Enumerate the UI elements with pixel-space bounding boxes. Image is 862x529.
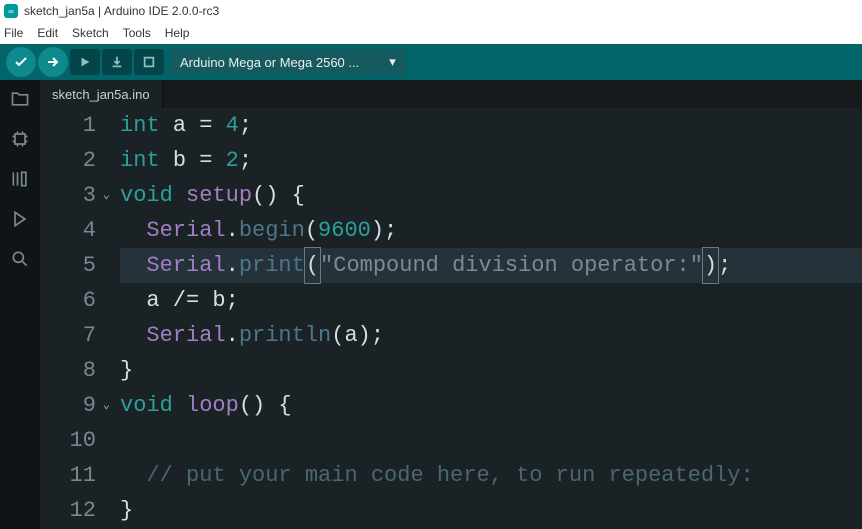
code-line[interactable]: int a = 4; [120, 108, 862, 143]
sidebar-item-debug[interactable] [9, 208, 31, 230]
code-line[interactable]: void setup() { [120, 178, 862, 213]
line-gutter: 123⌄456789⌄101112 [40, 108, 120, 529]
tab-active[interactable]: sketch_jan5a.ino [40, 80, 163, 108]
board-selector[interactable]: Arduino Mega or Mega 2560 ... ▾ [170, 49, 406, 75]
title-bar: ∞ sketch_jan5a | Arduino IDE 2.0.0-rc3 [0, 0, 862, 22]
toolbar-other2-button[interactable] [134, 49, 164, 75]
sidebar-item-boards[interactable] [9, 128, 31, 150]
code-content[interactable]: int a = 4;int b = 2;void setup() { Seria… [120, 108, 862, 529]
line-number: 2 [40, 143, 110, 178]
line-number: 11 [40, 458, 110, 493]
tab-label: sketch_jan5a.ino [52, 87, 150, 102]
code-line[interactable]: } [120, 353, 862, 388]
fold-icon[interactable]: ⌄ [98, 388, 110, 423]
code-line[interactable]: a /= b; [120, 283, 862, 318]
line-number: 12 [40, 493, 110, 528]
code-line[interactable]: // put your main code here, to run repea… [120, 458, 862, 493]
folder-icon [10, 89, 30, 109]
code-line[interactable]: Serial.print("Compound division operator… [120, 248, 862, 283]
sidebar-item-search[interactable] [9, 248, 31, 270]
square-icon [142, 55, 156, 69]
line-number: 4 [40, 213, 110, 248]
activity-bar [0, 80, 40, 529]
toolbar-other1-button[interactable] [102, 49, 132, 75]
debug-icon [10, 209, 30, 229]
menu-sketch[interactable]: Sketch [72, 26, 109, 40]
line-number: 1 [40, 108, 110, 143]
main-area: sketch_jan5a.ino 123⌄456789⌄101112 int a… [0, 80, 862, 529]
line-number: 9⌄ [40, 388, 110, 423]
app-logo-icon: ∞ [4, 4, 18, 18]
code-line[interactable]: Serial.println(a); [120, 318, 862, 353]
play-icon [78, 55, 92, 69]
upload-button[interactable] [38, 47, 68, 77]
line-number: 10 [40, 423, 110, 458]
chip-icon [10, 129, 30, 149]
debug-button[interactable] [70, 49, 100, 75]
code-line[interactable]: void loop() { [120, 388, 862, 423]
line-number: 6 [40, 283, 110, 318]
board-selector-label: Arduino Mega or Mega 2560 ... [180, 55, 359, 70]
toolbar: Arduino Mega or Mega 2560 ... ▾ [0, 44, 862, 80]
window-title: sketch_jan5a | Arduino IDE 2.0.0-rc3 [24, 4, 219, 18]
line-number: 5 [40, 248, 110, 283]
menu-bar: File Edit Sketch Tools Help [0, 22, 862, 44]
search-icon [10, 249, 30, 269]
menu-help[interactable]: Help [165, 26, 190, 40]
verify-button[interactable] [6, 47, 36, 77]
menu-edit[interactable]: Edit [37, 26, 58, 40]
code-line[interactable]: } [120, 493, 862, 528]
code-line[interactable]: int b = 2; [120, 143, 862, 178]
line-number: 8 [40, 353, 110, 388]
arrow-right-icon [45, 54, 61, 70]
download-icon [110, 55, 124, 69]
books-icon [10, 169, 30, 189]
check-icon [13, 54, 29, 70]
fold-icon[interactable]: ⌄ [98, 178, 110, 213]
chevron-down-icon: ▾ [389, 54, 396, 70]
editor-area: sketch_jan5a.ino 123⌄456789⌄101112 int a… [40, 80, 862, 529]
line-number: 7 [40, 318, 110, 353]
code-line[interactable]: Serial.begin(9600); [120, 213, 862, 248]
sidebar-item-sketchbook[interactable] [9, 88, 31, 110]
menu-file[interactable]: File [4, 26, 23, 40]
code-editor[interactable]: 123⌄456789⌄101112 int a = 4;int b = 2;vo… [40, 108, 862, 529]
tab-bar: sketch_jan5a.ino [40, 80, 862, 108]
menu-tools[interactable]: Tools [123, 26, 151, 40]
code-line[interactable] [120, 423, 862, 458]
line-number: 3⌄ [40, 178, 110, 213]
sidebar-item-library[interactable] [9, 168, 31, 190]
